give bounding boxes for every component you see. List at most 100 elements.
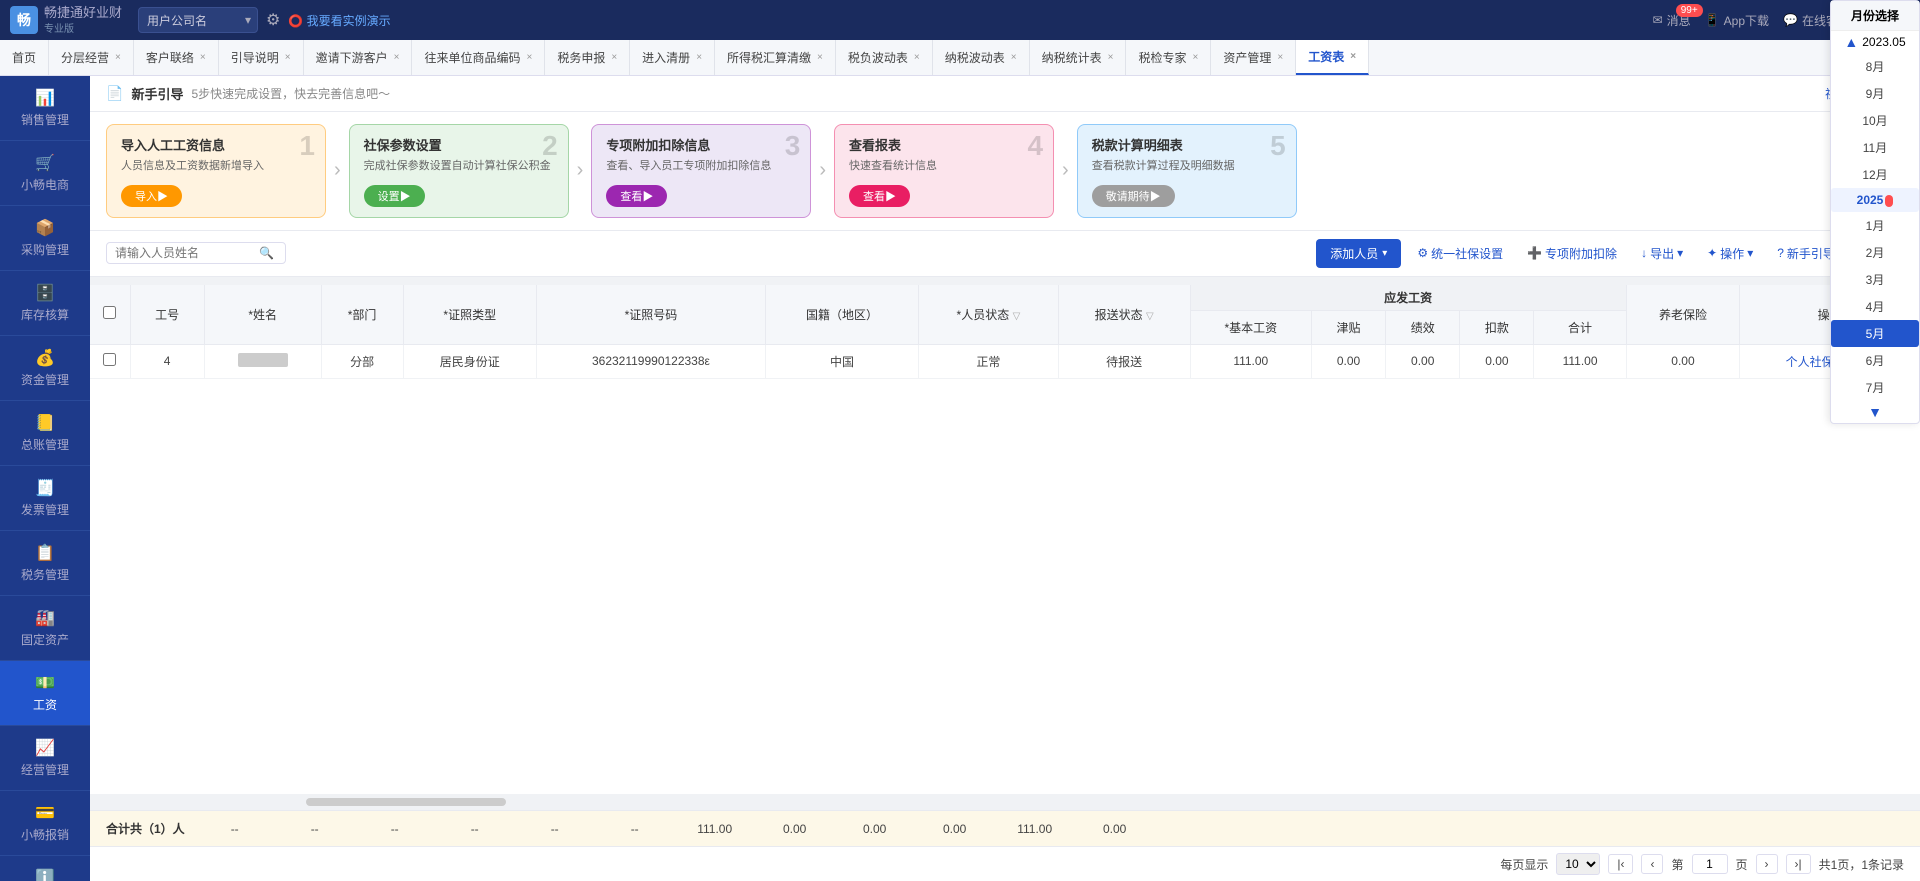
step-num-2: 2 (542, 130, 558, 162)
sidebar-item-expense[interactable]: 💳 小畅报销 (0, 791, 90, 856)
sidebar-item-invoice[interactable]: 🧾 发票管理 (0, 466, 90, 531)
month-item-10[interactable]: 10月 (1831, 107, 1919, 134)
sidebar-item-purchase[interactable]: 📦 采购管理 (0, 206, 90, 271)
nav-tab-income-tax[interactable]: 所得税汇算清缴 × (715, 40, 836, 75)
step-btn-5[interactable]: 敬请期待▶ (1092, 185, 1175, 207)
close-icon[interactable]: × (1108, 52, 1114, 63)
month-item-3[interactable]: 3月 (1831, 266, 1919, 293)
nav-tab-tax-burden[interactable]: 税负波动表 × (836, 40, 933, 75)
search-icon[interactable]: 🔍 (259, 246, 274, 260)
next-page-btn[interactable]: › (1756, 854, 1778, 874)
purchase-icon: 📦 (6, 218, 84, 238)
close-icon[interactable]: × (1277, 52, 1283, 63)
last-page-btn[interactable]: ›| (1786, 854, 1811, 874)
th-salary-group: 应发工资 (1190, 285, 1626, 311)
cell-allowance: 0.00 (1311, 344, 1385, 378)
nav-tab-assets[interactable]: 资产管理 × (1211, 40, 1296, 75)
close-icon[interactable]: × (611, 52, 617, 63)
nav-tab-hierarchy[interactable]: 分层经营 × (49, 40, 134, 75)
close-icon[interactable]: × (1350, 51, 1356, 62)
month-item-4[interactable]: 4月 (1831, 293, 1919, 320)
demo-link[interactable]: ⭕ 我要看实例演示 (288, 12, 390, 29)
close-icon[interactable]: × (285, 52, 291, 63)
sidebar-item-tax[interactable]: 📋 税务管理 (0, 531, 90, 596)
footer-dash-4: -- (445, 822, 505, 836)
nav-tab-customer[interactable]: 客户联络 × (134, 40, 219, 75)
sidebar-item-finance[interactable]: 💰 资金管理 (0, 336, 90, 401)
month-item-7[interactable]: 7月 (1831, 374, 1919, 401)
status-filter-icon[interactable]: ▽ (1013, 311, 1021, 322)
sidebar-item-salary[interactable]: 💵 工资 (0, 661, 90, 726)
month-picker-next-btn[interactable]: ▼ (1868, 405, 1882, 419)
close-icon[interactable]: × (817, 52, 823, 63)
page-input[interactable] (1692, 854, 1728, 874)
company-dropdown[interactable]: 用户公司名 ▾ (138, 7, 258, 33)
close-icon[interactable]: × (200, 52, 206, 63)
search-input[interactable] (115, 246, 255, 260)
operations-icon: 📈 (6, 738, 84, 758)
toolbar: 🔍 添加人员 ▾ ⚙ 统一社保设置 ➕ 专项附加扣除 ↓ 导出 ▾ ✦ 操作 (90, 231, 1920, 277)
export-btn[interactable]: ↓ 导出 ▾ (1633, 241, 1691, 266)
unified-social-insurance-btn[interactable]: ⚙ 统一社保设置 (1409, 241, 1511, 266)
operations-btn[interactable]: ✦ 操作 ▾ (1699, 241, 1761, 266)
nav-tab-product-code[interactable]: 往来单位商品编码 × (412, 40, 545, 75)
nav-tab-clearance[interactable]: 进入清册 × (630, 40, 715, 75)
step-btn-1[interactable]: 导入▶ (121, 185, 182, 207)
footer-dash-6: -- (605, 822, 665, 836)
sidebar-item-ledger[interactable]: 📒 总账管理 (0, 401, 90, 466)
settings-icon[interactable]: ⚙ (266, 10, 280, 30)
close-icon[interactable]: × (394, 52, 400, 63)
sidebar-item-operations[interactable]: 📈 经营管理 (0, 726, 90, 791)
nav-tab-tax-expert[interactable]: 税检专家 × (1126, 40, 1211, 75)
report-filter-icon[interactable]: ▽ (1146, 311, 1154, 322)
close-icon[interactable]: × (115, 52, 121, 63)
close-icon[interactable]: × (526, 52, 532, 63)
month-item-11[interactable]: 11月 (1831, 134, 1919, 161)
th-status: *人员状态 ▽ (919, 285, 1059, 345)
prev-page-btn[interactable]: ‹ (1641, 854, 1663, 874)
horizontal-scrollbar[interactable] (106, 798, 1904, 806)
step-btn-4[interactable]: 查看▶ (849, 185, 910, 207)
main-layout: 📊 销售管理 🛒 小畅电商 📦 采购管理 🗄️ 库存核算 💰 资金管理 📒 总账… (0, 76, 1920, 881)
scroll-thumb[interactable] (306, 798, 506, 806)
first-page-btn[interactable]: |‹ (1608, 854, 1633, 874)
nav-tab-salary[interactable]: 工资表 × (1296, 40, 1369, 75)
month-item-1[interactable]: 1月 (1831, 212, 1919, 239)
close-icon[interactable]: × (914, 52, 920, 63)
month-item-6[interactable]: 6月 (1831, 347, 1919, 374)
app-download-btn[interactable]: 📱 App下载 (1705, 12, 1769, 29)
step-title-4: 查看报表 (849, 135, 1039, 154)
add-employee-btn[interactable]: 添加人员 ▾ (1316, 239, 1401, 268)
sidebar-item-ecommerce[interactable]: 🛒 小畅电商 (0, 141, 90, 206)
per-page-select[interactable]: 10 20 50 (1556, 853, 1600, 875)
month-item-9[interactable]: 9月 (1831, 80, 1919, 107)
month-item-5[interactable]: 5月 (1831, 320, 1919, 347)
close-icon[interactable]: × (696, 52, 702, 63)
close-icon[interactable]: × (1011, 52, 1017, 63)
row-checkbox-cell (90, 344, 130, 378)
sidebar-item-basic-info[interactable]: ℹ️ 基础信息 (0, 856, 90, 881)
month-item-2[interactable]: 2月 (1831, 239, 1919, 266)
sidebar-item-assets[interactable]: 🏭 固定资产 (0, 596, 90, 661)
select-all-checkbox[interactable] (103, 306, 116, 319)
content-area: 📄 新手引导 5步快速完成设置，快去完善信息吧～ 视频 帮助 × 1 导入人工工… (90, 76, 1920, 881)
step-btn-2[interactable]: 设置▶ (364, 185, 425, 207)
nav-tab-invite[interactable]: 邀请下游客户 × (304, 40, 413, 75)
nav-tab-tax-wave[interactable]: 纳税波动表 × (933, 40, 1030, 75)
sidebar-item-sales[interactable]: 📊 销售管理 (0, 76, 90, 141)
sidebar-label: 总账管理 (6, 436, 84, 453)
step-btn-3[interactable]: 查看▶ (606, 185, 667, 207)
message-btn[interactable]: ✉ 消息 99+ (1653, 12, 1691, 29)
personal-insurance-link[interactable]: 个人社保 (1786, 355, 1834, 369)
guide-question-icon: ? (1777, 246, 1784, 260)
total-pages-label: 页 (1736, 856, 1748, 873)
month-item-12[interactable]: 12月 (1831, 161, 1919, 188)
close-icon[interactable]: × (1192, 52, 1198, 63)
nav-tab-guide[interactable]: 引导说明 × (219, 40, 304, 75)
nav-tab-tax-report[interactable]: 税务申报 × (545, 40, 630, 75)
nav-tab-home[interactable]: 首页 (0, 40, 49, 75)
nav-tab-tax-stat[interactable]: 纳税统计表 × (1030, 40, 1127, 75)
special-deduction-btn[interactable]: ➕ 专项附加扣除 (1519, 241, 1625, 266)
row-checkbox[interactable] (103, 353, 116, 366)
sidebar-item-inventory[interactable]: 🗄️ 库存核算 (0, 271, 90, 336)
